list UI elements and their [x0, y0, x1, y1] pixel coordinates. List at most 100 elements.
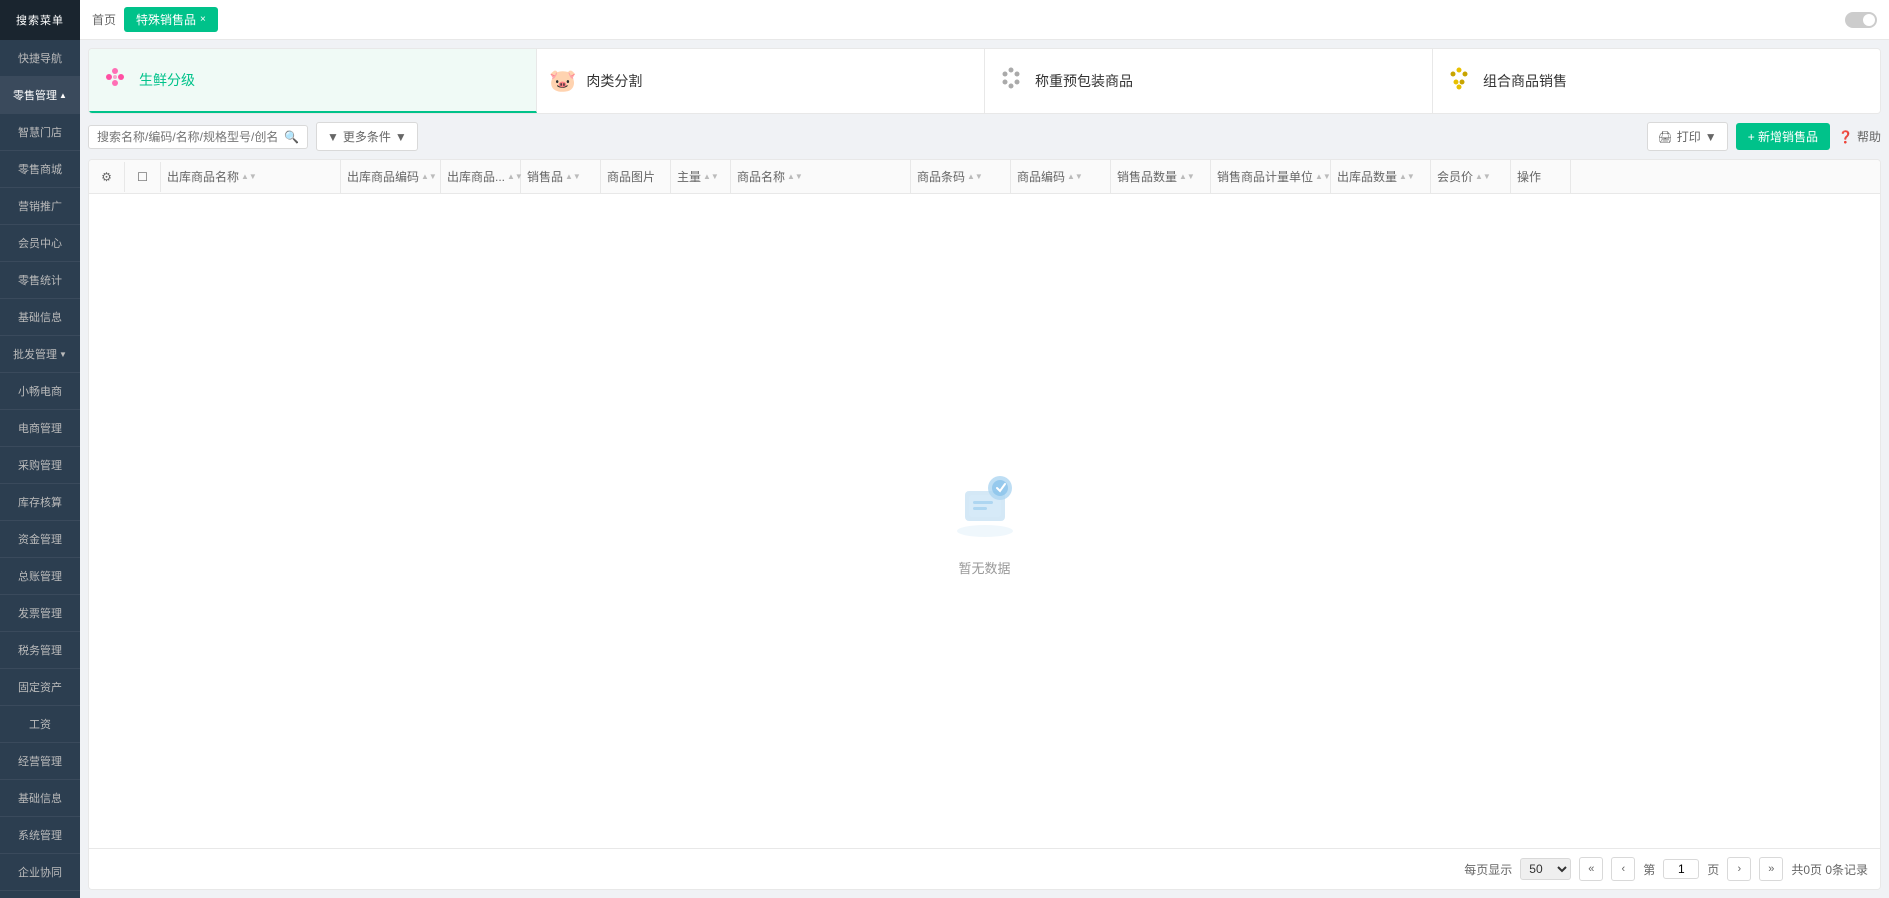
col-good-code[interactable]: 商品编码 ▲▼	[1011, 160, 1111, 193]
select-all-checkbox[interactable]: ☐	[137, 170, 148, 184]
help-button[interactable]: ❓ 帮助	[1838, 128, 1881, 145]
sidebar-item-batch-mgmt[interactable]: 批发管理 ▼	[0, 336, 80, 373]
page-number-input[interactable]	[1663, 859, 1699, 879]
sidebar-item-retail-stats[interactable]: 零售统计	[0, 262, 80, 299]
table-header: ⚙ ☐ 出库商品名称 ▲▼ 出库商品编码 ▲▼ 出库商品... ▲▼	[89, 160, 1880, 194]
close-tab-icon[interactable]: ×	[200, 14, 206, 25]
filter-icon: ▼	[327, 130, 339, 144]
marketing-label: 营销推广	[18, 198, 62, 214]
empty-text: 暂无数据	[958, 558, 1010, 577]
member-center-label: 会员中心	[18, 235, 62, 251]
col-out-qty[interactable]: 出库品数量 ▲▼	[1331, 160, 1431, 193]
col-sale-qty[interactable]: 销售品数量 ▲▼	[1111, 160, 1211, 193]
col-gear[interactable]: ⚙	[89, 162, 125, 192]
sidebar-item-ops-mgmt[interactable]: 经营管理	[0, 743, 80, 780]
filter-arrow-icon: ▼	[395, 130, 407, 144]
search-input[interactable]	[97, 130, 280, 144]
filter-button[interactable]: ▼ 更多条件 ▼	[316, 122, 418, 151]
col-sale-unit[interactable]: 销售商品计量单位 ▲▼	[1211, 160, 1331, 193]
search-box[interactable]: 🔍	[88, 125, 308, 149]
col-member-price[interactable]: 会员价 ▲▼	[1431, 160, 1511, 193]
inventory-label: 库存核算	[18, 494, 62, 510]
sidebar-item-inventory[interactable]: 库存核算	[0, 484, 80, 521]
page-suffix: 页	[1707, 861, 1719, 878]
fixed-assets-label: 固定资产	[18, 679, 62, 695]
enterprise-label: 企业协同	[18, 864, 62, 880]
toolbar: 🔍 ▼ 更多条件 ▼ 🖨 打印 ▼ + 新增销售品 ❓ 帮助	[88, 122, 1881, 151]
sort-sale-unit[interactable]: ▲▼	[1315, 173, 1331, 181]
total-info: 共0页 0条记录	[1791, 861, 1868, 878]
sidebar-item-quick-nav[interactable]: 快捷导航	[0, 40, 80, 77]
sidebar-item-system-mgmt[interactable]: 系统管理	[0, 817, 80, 854]
new-sale-item-button[interactable]: + 新增销售品	[1736, 123, 1830, 150]
print-button[interactable]: 🖨 打印 ▼	[1647, 122, 1728, 151]
col-out-code[interactable]: 出库商品编码 ▲▼	[341, 160, 441, 193]
prev-page-btn[interactable]: ‹	[1611, 857, 1635, 881]
smart-store-label: 智慧门店	[18, 124, 62, 140]
next-page-btn[interactable]: ›	[1727, 857, 1751, 881]
col-barcode[interactable]: 商品条码 ▲▼	[911, 160, 1011, 193]
first-page-btn[interactable]: «	[1579, 857, 1603, 881]
labor-label: 工资	[29, 716, 51, 732]
last-page-btn[interactable]: »	[1759, 857, 1783, 881]
tab-card-fresh-grade[interactable]: 生鲜分级	[89, 49, 537, 113]
main-area: 首页 特殊销售品 ×	[80, 0, 1889, 898]
sidebar-item-basic-info[interactable]: 基础信息	[0, 299, 80, 336]
sidebar-item-marketing[interactable]: 营销推广	[0, 188, 80, 225]
purchase-mgmt-label: 采购管理	[18, 457, 62, 473]
col-good-name[interactable]: 商品名称 ▲▼	[731, 160, 911, 193]
tab-card-meat-cut[interactable]: 🐷 肉类分割	[537, 49, 985, 113]
sidebar-item-basic-info2[interactable]: 基础信息	[0, 780, 80, 817]
sidebar-item-smart-store[interactable]: 智慧门店	[0, 114, 80, 151]
sidebar-logo: 搜索菜单	[0, 0, 80, 40]
sort-out-name[interactable]: ▲▼	[241, 173, 257, 181]
col-sale-item[interactable]: 销售品 ▲▼	[521, 160, 601, 193]
combo-icon	[1445, 64, 1473, 98]
theme-toggle[interactable]	[1845, 12, 1877, 28]
table-scroll[interactable]: ⚙ ☐ 出库商品名称 ▲▼ 出库商品编码 ▲▼ 出库商品... ▲▼	[89, 160, 1880, 194]
ops-mgmt-label: 经营管理	[18, 753, 62, 769]
active-tab[interactable]: 特殊销售品 ×	[124, 7, 218, 32]
sidebar-item-member-center[interactable]: 会员中心	[0, 225, 80, 262]
empty-illustration	[945, 466, 1025, 546]
sort-good-name[interactable]: ▲▼	[787, 173, 803, 181]
sort-good-code[interactable]: ▲▼	[1067, 173, 1083, 181]
sidebar-item-retail-mall[interactable]: 零售商城	[0, 151, 80, 188]
tab-card-weigh-pack[interactable]: 称重预包装商品	[985, 49, 1433, 113]
sort-sale-item[interactable]: ▲▼	[565, 173, 581, 181]
sidebar-item-tax-mgmt[interactable]: 税务管理	[0, 632, 80, 669]
sidebar-item-retail-mgmt[interactable]: 零售管理 ▲	[0, 77, 80, 114]
topbar-right	[1845, 12, 1877, 28]
sidebar-item-invoice-mgmt[interactable]: 发票管理	[0, 595, 80, 632]
tab-card-combo[interactable]: 组合商品销售	[1433, 49, 1880, 113]
table-container: ⚙ ☐ 出库商品名称 ▲▼ 出库商品编码 ▲▼ 出库商品... ▲▼	[88, 159, 1881, 890]
sidebar-item-labor[interactable]: 工资	[0, 706, 80, 743]
toolbar-right: 🖨 打印 ▼ + 新增销售品 ❓ 帮助	[1647, 122, 1881, 151]
col-out-name[interactable]: 出库商品名称 ▲▼	[161, 160, 341, 193]
system-mgmt-label: 系统管理	[18, 827, 62, 843]
col-check[interactable]: ☐	[125, 162, 161, 192]
sidebar-item-fixed-assets[interactable]: 固定资产	[0, 669, 80, 706]
filter-label: 更多条件	[343, 128, 391, 145]
help-icon: ❓	[1838, 130, 1853, 144]
sort-sale-qty[interactable]: ▲▼	[1179, 173, 1195, 181]
sidebar-item-general-ledger[interactable]: 总账管理	[0, 558, 80, 595]
sidebar-item-finance[interactable]: 资金管理	[0, 521, 80, 558]
col-img: 商品图片	[601, 160, 671, 193]
sidebar-item-newcomer[interactable]: 新手引导	[0, 891, 80, 898]
sort-member-price[interactable]: ▲▼	[1475, 173, 1491, 181]
sidebar-item-ecom-mgmt[interactable]: 电商管理	[0, 410, 80, 447]
search-icon[interactable]: 🔍	[284, 130, 299, 144]
print-label: 打印	[1677, 128, 1701, 145]
col-out-spec[interactable]: 出库商品... ▲▼	[441, 160, 521, 193]
sort-out-qty[interactable]: ▲▼	[1399, 173, 1415, 181]
sort-barcode[interactable]: ▲▼	[967, 173, 983, 181]
col-main[interactable]: 主量 ▲▼	[671, 160, 731, 193]
home-tab[interactable]: 首页	[92, 11, 116, 28]
sidebar-item-purchase-mgmt[interactable]: 采购管理	[0, 447, 80, 484]
page-size-select[interactable]: 50 20 100	[1520, 858, 1571, 880]
sort-main[interactable]: ▲▼	[703, 173, 719, 181]
sidebar-item-enterprise[interactable]: 企业协同	[0, 854, 80, 891]
sidebar-item-mini-ecom[interactable]: 小畅电商	[0, 373, 80, 410]
sort-out-code[interactable]: ▲▼	[421, 173, 437, 181]
